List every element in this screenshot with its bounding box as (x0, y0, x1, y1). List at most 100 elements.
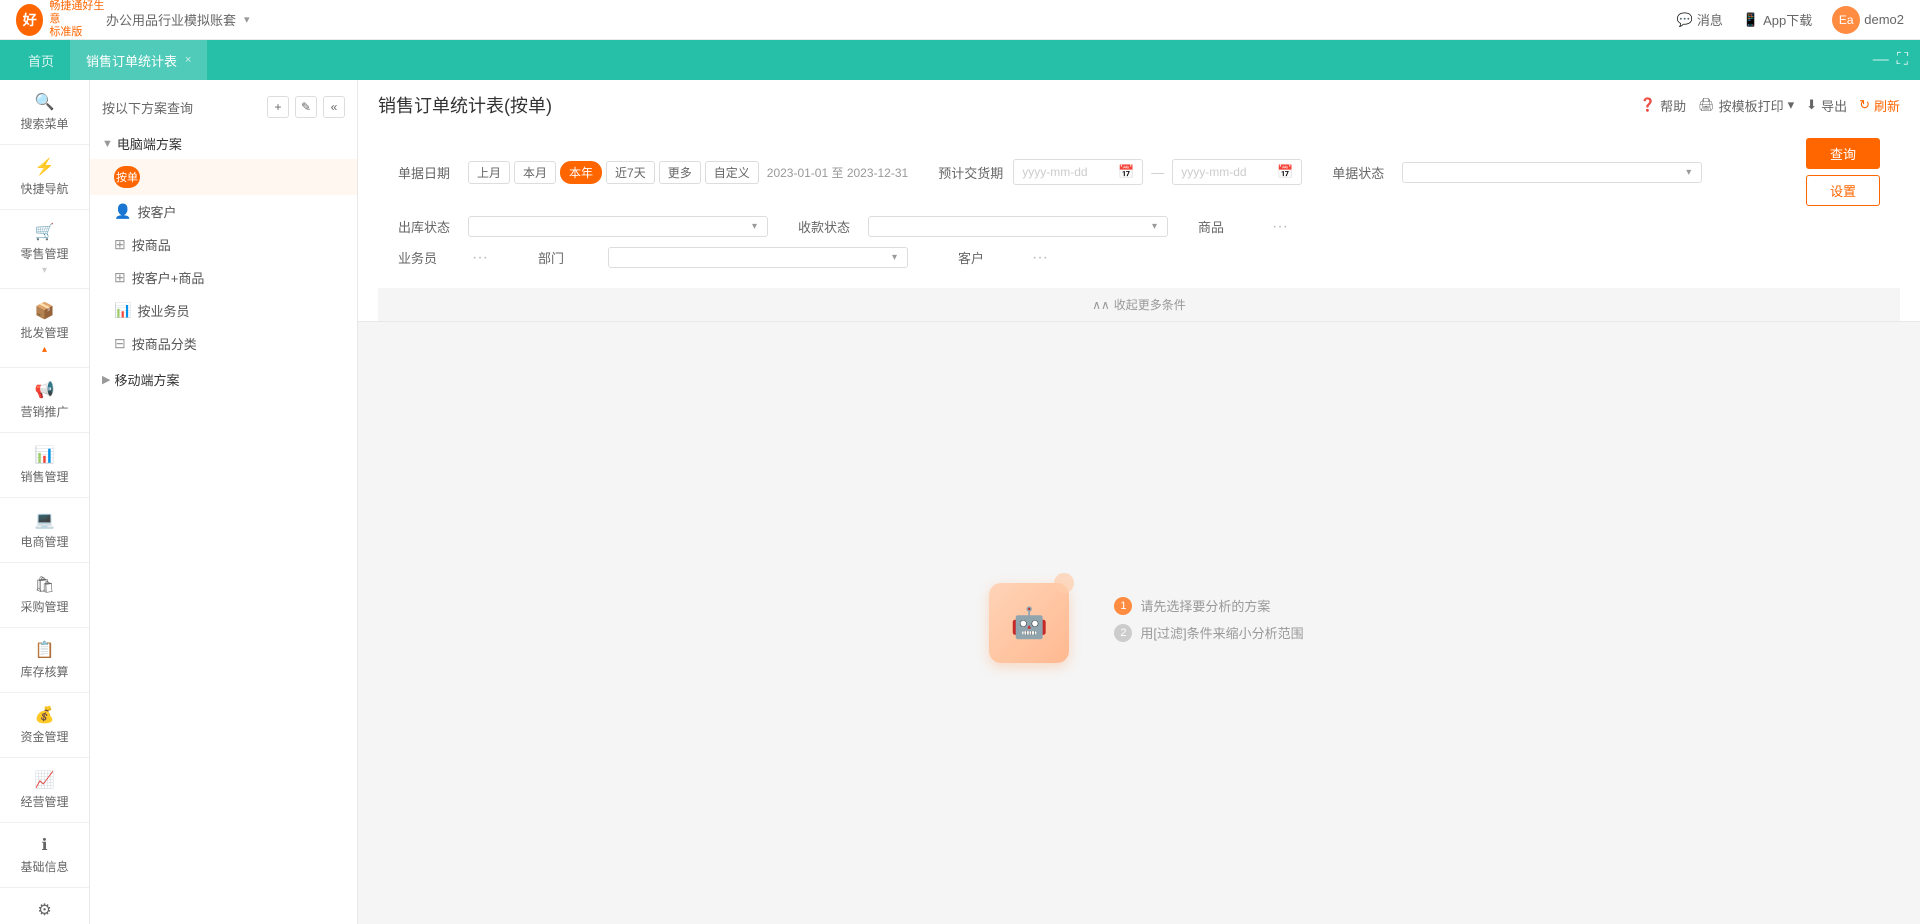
sidebar-item-sales[interactable]: 📊 销售管理 (0, 433, 89, 498)
sidebar-item-finance[interactable]: 💰 资金管理 (0, 693, 89, 758)
this-month-btn[interactable]: 本月 (514, 161, 556, 184)
tree-item-by-salesman[interactable]: 📊 按业务员 (90, 294, 357, 327)
sidebar-item-operations[interactable]: 📈 经营管理 (0, 758, 89, 823)
sidebar-item-marketing[interactable]: 📢 营销推广 (0, 368, 89, 433)
expected-date-start[interactable]: yyyy-mm-dd 📅 (1013, 159, 1143, 185)
operations-icon: 📈 (35, 770, 55, 790)
empty-illustration: 🤖 (974, 568, 1084, 678)
hint-num-2: 2 (1114, 624, 1132, 642)
help-button[interactable]: ❓ 帮助 (1640, 96, 1686, 115)
tree-item-by-order[interactable]: 按单 (90, 159, 357, 195)
ship-status-select[interactable]: ▾ (468, 216, 768, 237)
user-area[interactable]: Ea demo2 (1832, 6, 1904, 34)
date-shortcuts: 上月 本月 本年 近7天 更多 自定义 2023-01-01 至 2023-12… (468, 161, 908, 184)
main-content: 🤖 1 请先选择要分析的方案 2 用[过滤]条件来缩小分析范围 (358, 322, 1920, 924)
salesman-more-icon[interactable]: ··· (472, 249, 488, 267)
tab-home[interactable]: 首页 (12, 40, 70, 80)
sidebar-item-quick-nav[interactable]: ⚡ 快捷导航 (0, 145, 89, 210)
expected-date-label: 预计交货期 (938, 163, 1003, 182)
customer-label: 客户 (958, 248, 1018, 267)
collect-status-label: 收款状态 (798, 217, 858, 236)
minimize-icon[interactable]: — (1873, 51, 1889, 69)
sidebar-item-basic-info[interactable]: ℹ 基础信息 (0, 823, 89, 888)
tree-item-by-category[interactable]: ⊟ 按商品分类 (90, 327, 357, 360)
calendar-icon-1: 📅 (1118, 164, 1134, 180)
custom-btn[interactable]: 自定义 (705, 161, 759, 184)
sidebar-item-inventory[interactable]: 📋 库存核算 (0, 628, 89, 693)
this-year-btn[interactable]: 本年 (560, 161, 602, 184)
dept-select[interactable]: ▾ (608, 247, 908, 268)
ship-status-label: 出库状态 (398, 217, 458, 236)
more-btn[interactable]: 更多 (659, 161, 701, 184)
tab-sales-order-stats[interactable]: 销售订单统计表 × (70, 40, 207, 80)
add-scheme-button[interactable]: + (267, 96, 289, 118)
print-dropdown-icon: ▾ (1788, 97, 1795, 113)
tree-section-mobile-header[interactable]: ▶ 移动端方案 (90, 364, 357, 395)
sidebar-item-ecommerce[interactable]: 💻 电商管理 (0, 498, 89, 563)
filter-area: 单据日期 上月 本月 本年 近7天 更多 自定义 2023-01-01 至 20… (378, 128, 1900, 288)
left-panel-header: 按以下方案查询 + ✎ « (90, 90, 357, 124)
salesman-icon: 📊 (114, 302, 131, 319)
company-dropdown-icon[interactable]: ▾ (244, 13, 250, 26)
sales-icon: 📊 (35, 445, 55, 465)
action-buttons: 查询 设置 (1806, 138, 1880, 206)
retail-icon: 🛒 (35, 222, 55, 242)
goods-more-icon[interactable]: ··· (1272, 218, 1288, 236)
customer-more-icon[interactable]: ··· (1032, 249, 1048, 267)
collect-status-select[interactable]: ▾ (868, 216, 1168, 237)
tree-item-by-goods[interactable]: ⊞ 按商品 (90, 228, 357, 261)
sidebar-item-search[interactable]: 🔍 搜索菜单 (0, 80, 89, 145)
ship-status-arrow: ▾ (752, 221, 757, 232)
lph-icons: + ✎ « (267, 96, 345, 118)
dept-label: 部门 (538, 248, 598, 267)
maximize-icon[interactable]: ⛶ (1897, 51, 1908, 69)
goods-label: 商品 (1198, 217, 1258, 236)
last-month-btn[interactable]: 上月 (468, 161, 510, 184)
refresh-button[interactable]: ↻ 刷新 (1859, 96, 1900, 115)
tree-section-pc: ▼ 电脑端方案 按单 👤 按客户 ⊞ 按商品 ⊞ 按客户+商品 (90, 128, 357, 360)
system-icon: ⚙ (37, 900, 51, 920)
tree-section-mobile: ▶ 移动端方案 (90, 364, 357, 395)
sidebar-item-wholesale[interactable]: 📦 批发管理 ▴ (0, 289, 89, 368)
main-layout: 🔍 搜索菜单 ⚡ 快捷导航 🛒 零售管理 ▾ 📦 批发管理 ▴ 📢 营销推广 📊… (0, 80, 1920, 924)
hint-item-2: 2 用[过滤]条件来缩小分析范围 (1114, 623, 1303, 642)
app-icon: 📱 (1743, 12, 1759, 28)
top-bar-right: 💬 消息 📱 App下载 Ea demo2 (1677, 6, 1904, 34)
tree-item-by-customer[interactable]: 👤 按客户 (90, 195, 357, 228)
expected-date-end[interactable]: yyyy-mm-dd 📅 (1172, 159, 1302, 185)
print-button[interactable]: 🖨 按模板打印 ▾ (1698, 96, 1794, 115)
tab-close-icon[interactable]: × (185, 54, 191, 66)
marketing-icon: 📢 (35, 380, 55, 400)
empty-hint: 1 请先选择要分析的方案 2 用[过滤]条件来缩小分析范围 (1114, 596, 1303, 650)
page-title: 销售订单统计表(按单) (378, 92, 552, 118)
goods-icon: ⊞ (114, 236, 126, 253)
export-button[interactable]: ⬇ 导出 (1806, 96, 1847, 115)
date-range-display: 2023-01-01 至 2023-12-31 (767, 164, 908, 181)
date-label: 单据日期 (398, 163, 458, 182)
tree-section-pc-header[interactable]: ▼ 电脑端方案 (90, 128, 357, 159)
edit-scheme-button[interactable]: ✎ (295, 96, 317, 118)
export-icon: ⬇ (1806, 97, 1817, 113)
sidebar-item-purchase[interactable]: 🛍 采购管理 (0, 563, 89, 628)
setting-button[interactable]: 设置 (1806, 175, 1880, 206)
nav-tabs-right: — ⛶ (1873, 51, 1908, 69)
filter-row-3: 业务员 ··· 部门 ▾ 客户 ··· (398, 247, 1880, 268)
app-download-button[interactable]: 📱 App下载 (1743, 10, 1812, 29)
collapse-panel-button[interactable]: « (323, 96, 345, 118)
last-7days-btn[interactable]: 近7天 (606, 161, 655, 184)
dept-arrow: ▾ (892, 252, 897, 263)
sidebar-item-system[interactable]: ⚙ 系统管理 (0, 888, 89, 924)
single-status-select[interactable]: ▾ (1402, 162, 1702, 183)
sidebar-item-retail[interactable]: 🛒 零售管理 ▾ (0, 210, 89, 289)
message-button[interactable]: 💬 消息 (1677, 10, 1723, 29)
single-status-label: 单据状态 (1332, 163, 1392, 182)
user-avatar: Ea (1832, 6, 1860, 34)
search-button[interactable]: 查询 (1806, 138, 1880, 169)
left-panel: 按以下方案查询 + ✎ « ▼ 电脑端方案 按单 👤 按客户 (90, 80, 358, 924)
tree-item-by-customer-goods[interactable]: ⊞ 按客户+商品 (90, 261, 357, 294)
date-separator: — (1151, 165, 1164, 180)
customer-icon: 👤 (114, 203, 131, 220)
cg-icon: ⊞ (114, 269, 126, 286)
empty-state-container: 🤖 1 请先选择要分析的方案 2 用[过滤]条件来缩小分析范围 (974, 568, 1303, 678)
collapse-bar[interactable]: ∧∧ 收起更多条件 (378, 288, 1900, 321)
